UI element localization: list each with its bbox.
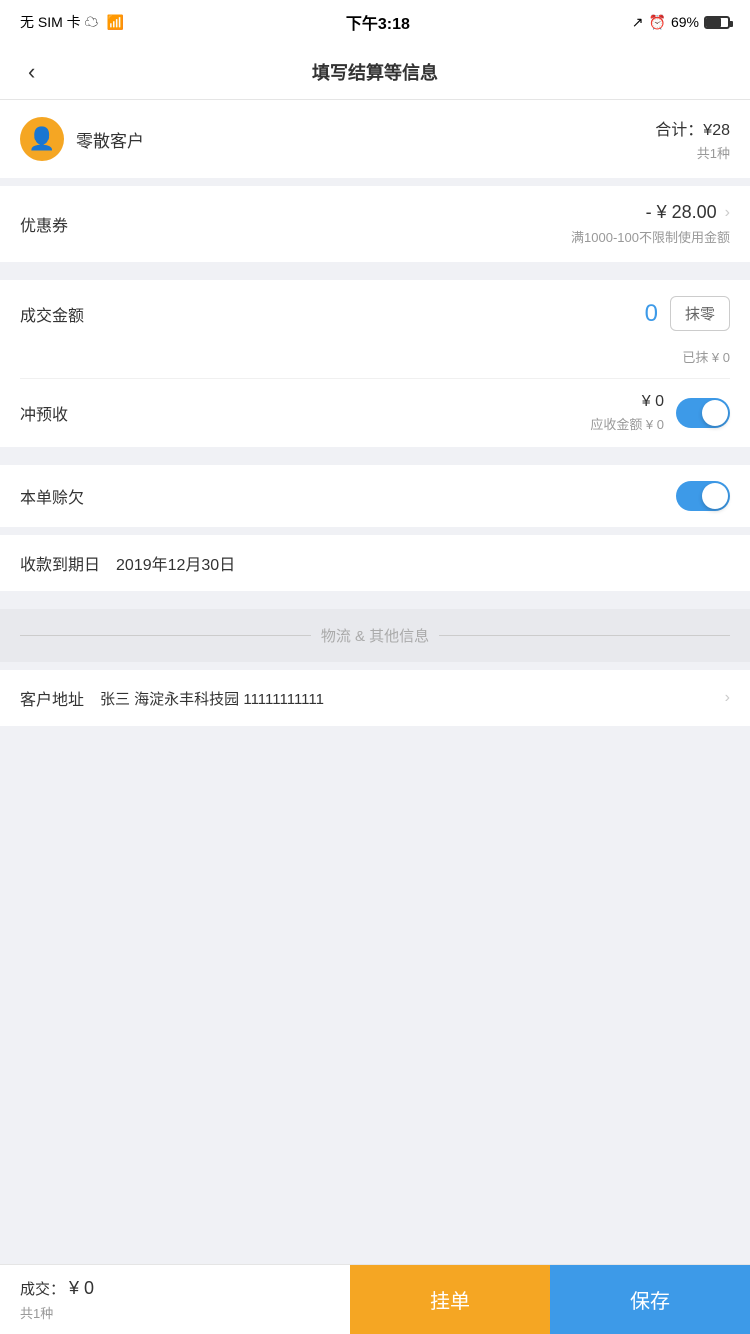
coupon-desc: 满1000-100不限制使用金额 bbox=[571, 227, 730, 246]
transaction-right: 0 抹零 bbox=[645, 296, 730, 331]
logistics-section: 物流 & 其他信息 bbox=[0, 609, 750, 662]
address-left: 客户地址 张三 海淀永丰科技园 11111111111 bbox=[20, 686, 717, 710]
address-label: 客户地址 bbox=[20, 686, 84, 710]
customer-total: 合计：¥28 共1种 bbox=[655, 116, 730, 162]
bottom-transaction-value: ¥ 0 bbox=[69, 1278, 94, 1299]
total-count: 共1种 bbox=[655, 143, 730, 162]
status-left: 无 SIM 卡 ☁ 📶 bbox=[20, 12, 124, 32]
back-button[interactable]: ‹ bbox=[20, 51, 43, 93]
coupon-label: 优惠券 bbox=[20, 212, 68, 236]
status-right: ↗ ⏰ 69% bbox=[632, 14, 730, 31]
prepaid-label: 冲预收 bbox=[20, 401, 68, 425]
gray-separator-2 bbox=[0, 455, 750, 465]
deferred-toggle-knob bbox=[702, 483, 728, 509]
gray-separator-3 bbox=[0, 599, 750, 609]
hold-button[interactable]: 挂单 bbox=[350, 1265, 550, 1334]
bottom-transaction: 成交： ¥ 0 bbox=[20, 1278, 330, 1299]
bottom-summary: 成交： ¥ 0 共1种 bbox=[0, 1278, 350, 1322]
location-icon: ↗ bbox=[632, 14, 644, 31]
total-amount: 合计：¥28 bbox=[655, 116, 730, 140]
deferred-toggle[interactable] bbox=[676, 481, 730, 511]
customer-card: 👤 零散客户 合计：¥28 共1种 bbox=[0, 100, 750, 178]
round-button[interactable]: 抹零 bbox=[670, 296, 730, 331]
prepaid-sub-amount: 应收金额 ¥ 0 bbox=[590, 414, 664, 433]
alarm-icon: ⏰ bbox=[649, 14, 666, 31]
bottom-bar: 成交： ¥ 0 共1种 挂单 保存 bbox=[0, 1264, 750, 1334]
status-time: 下午3:18 bbox=[346, 10, 410, 34]
nav-bar: ‹ 填写结算等信息 bbox=[0, 44, 750, 100]
due-date-section: 收款到期日 2019年12月30日 bbox=[0, 535, 750, 591]
prepaid-row: 冲预收 ¥ 0 应收金额 ¥ 0 bbox=[0, 379, 750, 447]
content: 👤 零散客户 合计：¥28 共1种 优惠券 - ¥ 28.00 › 满1000-… bbox=[0, 100, 750, 814]
due-date-label: 收款到期日 bbox=[20, 551, 100, 575]
coupon-card[interactable]: 优惠券 - ¥ 28.00 › 满1000-100不限制使用金额 bbox=[0, 186, 750, 262]
due-date-row[interactable]: 收款到期日 2019年12月30日 bbox=[0, 535, 750, 591]
address-value: 张三 海淀永丰科技园 11111111111 bbox=[100, 688, 324, 709]
prepaid-right: ¥ 0 应收金额 ¥ 0 bbox=[590, 393, 730, 433]
customer-name: 零散客户 bbox=[76, 127, 144, 152]
address-chevron-icon: › bbox=[725, 689, 730, 707]
wifi-icon: 📶 bbox=[107, 14, 124, 31]
bottom-count: 共1种 bbox=[20, 1303, 330, 1322]
page-title: 填写结算等信息 bbox=[312, 59, 438, 85]
address-row[interactable]: 客户地址 张三 海淀永丰科技园 11111111111 › bbox=[0, 670, 750, 726]
deferred-section: 本单赊欠 bbox=[0, 465, 750, 527]
gray-separator-1 bbox=[0, 270, 750, 280]
transaction-row: 成交金额 0 抹零 bbox=[0, 280, 750, 347]
battery-icon bbox=[704, 16, 730, 29]
coupon-amount: - ¥ 28.00 bbox=[646, 202, 717, 223]
customer-left: 👤 零散客户 bbox=[20, 117, 144, 161]
deferred-label: 本单赊欠 bbox=[20, 484, 84, 508]
toggle-knob bbox=[702, 400, 728, 426]
customer-avatar: 👤 bbox=[20, 117, 64, 161]
prepaid-toggle[interactable] bbox=[676, 398, 730, 428]
prepaid-amounts: ¥ 0 应收金额 ¥ 0 bbox=[590, 393, 664, 433]
battery-label: 69% bbox=[671, 14, 699, 30]
avatar-icon: 👤 bbox=[28, 126, 55, 152]
deducted-label: 已抹 ¥ 0 bbox=[0, 347, 750, 378]
status-bar: 无 SIM 卡 ☁ 📶 下午3:18 ↗ ⏰ 69% bbox=[0, 0, 750, 44]
chevron-icon: › bbox=[725, 204, 730, 222]
due-date-value: 2019年12月30日 bbox=[116, 551, 235, 575]
sim-label: 无 SIM 卡 ☁ bbox=[20, 12, 99, 32]
transaction-value: 0 bbox=[645, 300, 658, 328]
transaction-label: 成交金额 bbox=[20, 302, 84, 326]
save-button[interactable]: 保存 bbox=[550, 1265, 750, 1334]
customer-row: 👤 零散客户 合计：¥28 共1种 bbox=[0, 100, 750, 178]
coupon-right: - ¥ 28.00 › 满1000-100不限制使用金额 bbox=[571, 202, 730, 246]
coupon-row[interactable]: 优惠券 - ¥ 28.00 › 满1000-100不限制使用金额 bbox=[0, 186, 750, 262]
transaction-section: 成交金额 0 抹零 已抹 ¥ 0 冲预收 ¥ 0 应收金额 ¥ 0 bbox=[0, 280, 750, 447]
bottom-transaction-label: 成交： bbox=[20, 1278, 65, 1299]
logistics-label: 物流 & 其他信息 bbox=[321, 625, 429, 646]
address-section[interactable]: 客户地址 张三 海淀永丰科技园 11111111111 › bbox=[0, 670, 750, 726]
prepaid-main-amount: ¥ 0 bbox=[590, 393, 664, 411]
